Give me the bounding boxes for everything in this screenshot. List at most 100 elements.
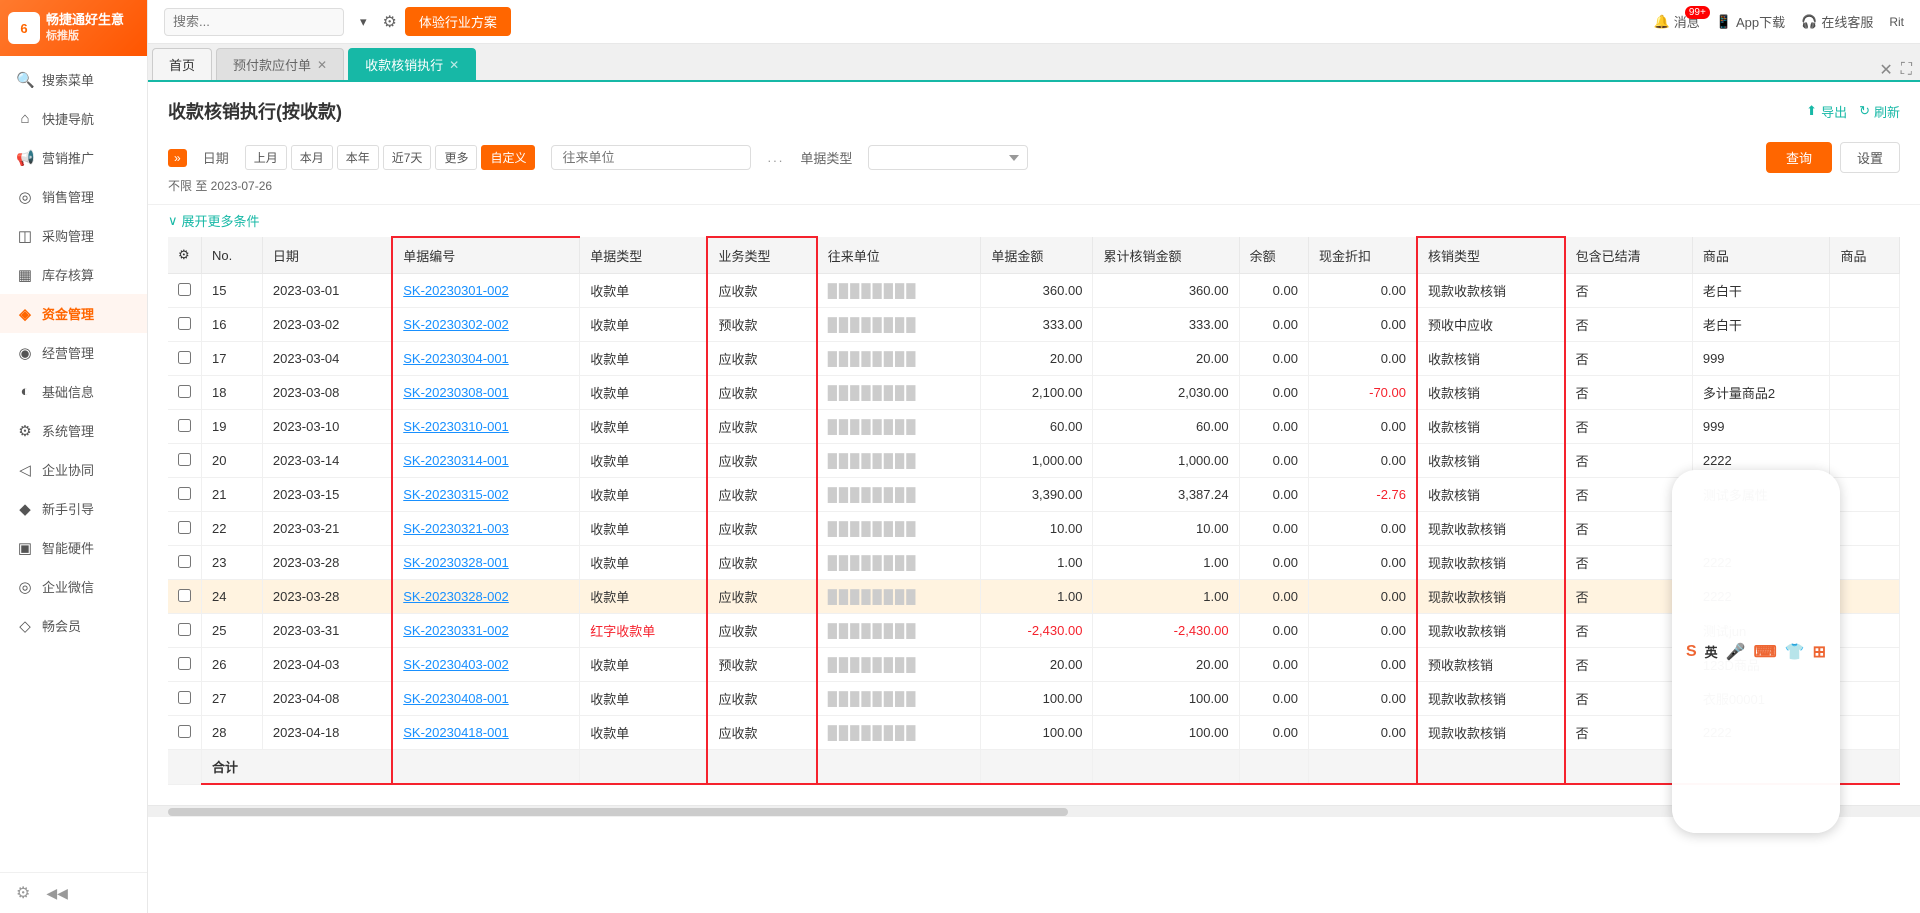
- cell-row-select[interactable]: [168, 478, 202, 512]
- cell-bill-no[interactable]: SK-20230304-001: [392, 342, 580, 376]
- filter-expand-button[interactable]: »: [168, 149, 187, 167]
- cell-row-select[interactable]: [168, 308, 202, 342]
- date-btn-7days[interactable]: 近7天: [383, 145, 432, 170]
- bill-no-link[interactable]: SK-20230321-003: [403, 521, 509, 536]
- cell-row-select[interactable]: [168, 716, 202, 750]
- sidebar-item-hardware[interactable]: ▣ 智能硬件: [0, 528, 147, 567]
- refresh-button[interactable]: ↻ 刷新: [1859, 102, 1900, 121]
- tab-receivable[interactable]: 收款核销执行 ✕: [348, 48, 476, 80]
- query-button[interactable]: 查询: [1766, 142, 1832, 173]
- date-btn-custom[interactable]: 自定义: [481, 145, 535, 170]
- cell-bill-no[interactable]: SK-20230328-001: [392, 546, 580, 580]
- cell-row-select[interactable]: [168, 682, 202, 716]
- setting-button[interactable]: 设置: [1840, 142, 1900, 173]
- app-download-button[interactable]: 📱 App下载: [1716, 12, 1785, 31]
- cell-row-select[interactable]: [168, 342, 202, 376]
- industry-solution-button[interactable]: 体验行业方案: [405, 7, 511, 36]
- expand-more-row[interactable]: ∨ 展开更多条件: [148, 205, 1920, 236]
- bill-no-link[interactable]: SK-20230302-002: [403, 317, 509, 332]
- cell-row-select[interactable]: [168, 274, 202, 308]
- cell-bill-no[interactable]: SK-20230403-002: [392, 648, 580, 682]
- cell-row-select[interactable]: [168, 614, 202, 648]
- cell-row-select[interactable]: [168, 580, 202, 614]
- cell-row-select[interactable]: [168, 546, 202, 580]
- cell-bill-no[interactable]: SK-20230314-001: [392, 444, 580, 478]
- sidebar-item-purchase[interactable]: ◫ 采购管理: [0, 216, 147, 255]
- tab-home[interactable]: 首页: [152, 48, 212, 80]
- cell-bill-no[interactable]: SK-20230315-002: [392, 478, 580, 512]
- sidebar-item-guide[interactable]: ◆ 新手引导: [0, 489, 147, 528]
- sidebar-item-search[interactable]: 🔍 搜索菜单: [0, 60, 147, 99]
- sidebar-item-inventory[interactable]: ▦ 库存核算: [0, 255, 147, 294]
- sidebar-item-quick[interactable]: ⌂ 快捷导航: [0, 99, 147, 138]
- sidebar-item-sales[interactable]: ◎ 销售管理: [0, 177, 147, 216]
- user-avatar[interactable]: Rit: [1889, 15, 1904, 29]
- row-checkbox[interactable]: [178, 419, 191, 432]
- unit-filter-input[interactable]: [551, 145, 751, 170]
- bill-no-link[interactable]: SK-20230331-002: [403, 623, 509, 638]
- bill-no-link[interactable]: SK-20230328-002: [403, 589, 509, 604]
- settings-icon[interactable]: ⚙: [16, 883, 30, 903]
- bill-no-link[interactable]: SK-20230304-001: [403, 351, 509, 366]
- bill-no-link[interactable]: SK-20230314-001: [403, 453, 509, 468]
- cell-row-select[interactable]: [168, 410, 202, 444]
- sidebar-item-finance[interactable]: ◈ 资金管理: [0, 294, 147, 333]
- cell-row-select[interactable]: [168, 648, 202, 682]
- row-checkbox[interactable]: [178, 589, 191, 602]
- cell-row-select[interactable]: [168, 444, 202, 478]
- mic-icon[interactable]: 🎤: [1726, 642, 1746, 662]
- topbar-gear-icon[interactable]: ⚙: [383, 12, 397, 32]
- row-checkbox[interactable]: [178, 725, 191, 738]
- tab-close-receivable[interactable]: ✕: [449, 58, 459, 72]
- cell-bill-no[interactable]: SK-20230301-002: [392, 274, 580, 308]
- cell-bill-no[interactable]: SK-20230310-001: [392, 410, 580, 444]
- date-btn-this-year[interactable]: 本年: [337, 145, 379, 170]
- cell-row-select[interactable]: [168, 512, 202, 546]
- collapse-icon[interactable]: ◀◀: [46, 885, 68, 902]
- export-button[interactable]: ⬆ 导出: [1806, 102, 1847, 121]
- row-checkbox[interactable]: [178, 351, 191, 364]
- cell-bill-no[interactable]: SK-20230328-002: [392, 580, 580, 614]
- row-checkbox[interactable]: [178, 453, 191, 466]
- tab-close-prepay[interactable]: ✕: [317, 58, 327, 72]
- row-checkbox[interactable]: [178, 623, 191, 636]
- date-btn-more[interactable]: 更多: [435, 145, 477, 170]
- bill-no-link[interactable]: SK-20230328-001: [403, 555, 509, 570]
- cell-row-select[interactable]: [168, 376, 202, 410]
- sidebar-item-operation[interactable]: ◉ 经营管理: [0, 333, 147, 372]
- row-checkbox[interactable]: [178, 657, 191, 670]
- bill-no-link[interactable]: SK-20230418-001: [403, 725, 509, 740]
- sidebar-item-marketing[interactable]: 📢 营销推广: [0, 138, 147, 177]
- row-checkbox[interactable]: [178, 691, 191, 704]
- bill-type-select[interactable]: [868, 145, 1028, 170]
- bill-no-link[interactable]: SK-20230408-001: [403, 691, 509, 706]
- cell-bill-no[interactable]: SK-20230321-003: [392, 512, 580, 546]
- maximize-icon[interactable]: ⛶: [1901, 61, 1912, 79]
- sidebar-item-wechat[interactable]: ◎ 企业微信: [0, 567, 147, 606]
- bill-no-link[interactable]: SK-20230308-001: [403, 385, 509, 400]
- cell-bill-no[interactable]: SK-20230331-002: [392, 614, 580, 648]
- row-checkbox[interactable]: [178, 317, 191, 330]
- close-tab-icon[interactable]: ✕: [1879, 60, 1892, 80]
- sidebar-item-system[interactable]: ⚙ 系统管理: [0, 411, 147, 450]
- bill-no-link[interactable]: SK-20230310-001: [403, 419, 509, 434]
- tab-prepay[interactable]: 预付款应付单 ✕: [216, 48, 344, 80]
- topbar-dropdown[interactable]: ▾: [352, 10, 375, 34]
- sidebar-item-basic[interactable]: ◐ 基础信息: [0, 372, 147, 411]
- bill-no-link[interactable]: SK-20230403-002: [403, 657, 509, 672]
- row-checkbox[interactable]: [178, 487, 191, 500]
- row-checkbox[interactable]: [178, 521, 191, 534]
- bill-no-link[interactable]: SK-20230315-002: [403, 487, 509, 502]
- horizontal-scrollbar[interactable]: [148, 805, 1920, 817]
- messages-button[interactable]: 🔔 消息 99+: [1654, 12, 1700, 31]
- th-settings[interactable]: ⚙: [168, 237, 202, 274]
- bill-no-link[interactable]: SK-20230301-002: [403, 283, 509, 298]
- keyboard-icon[interactable]: ⌨: [1754, 642, 1777, 662]
- sidebar-item-enterprise[interactable]: ◁ 企业协同: [0, 450, 147, 489]
- grid-icon[interactable]: ⊞: [1813, 642, 1826, 662]
- row-checkbox[interactable]: [178, 385, 191, 398]
- shirt-icon[interactable]: 👕: [1785, 642, 1805, 662]
- cell-bill-no[interactable]: SK-20230308-001: [392, 376, 580, 410]
- cell-bill-no[interactable]: SK-20230302-002: [392, 308, 580, 342]
- row-checkbox[interactable]: [178, 283, 191, 296]
